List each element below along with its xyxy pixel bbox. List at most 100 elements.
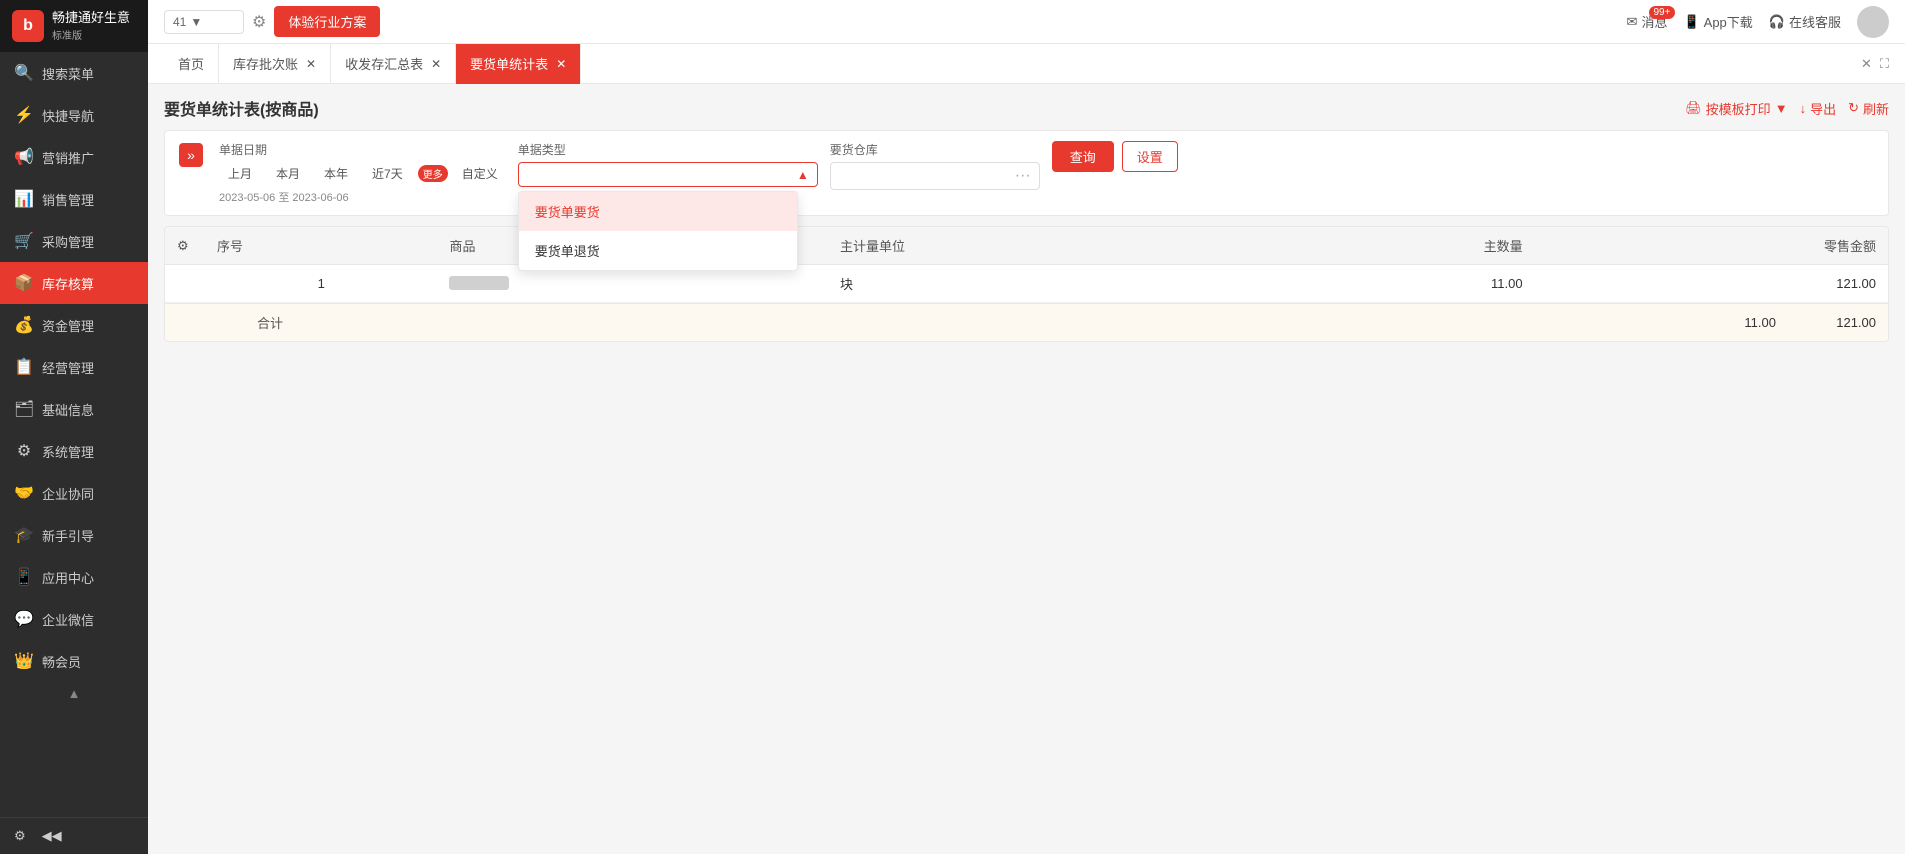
filter-type-select-box[interactable]: ▲ bbox=[518, 162, 818, 187]
sidebar-label-basic: 基础信息 bbox=[42, 400, 94, 419]
table-row: 1 块 11.00 121.00 bbox=[165, 265, 1888, 303]
sidebar: b 畅捷通好生意 标准版 🔍 搜索菜单 ⚡快捷导航 📢 营销推广 📊销售管理 🛒 采购管理 📦库… bbox=[0, 0, 148, 854]
filter-type-input[interactable] bbox=[527, 167, 797, 182]
sidebar-icon-enterprise: 🤝 bbox=[14, 483, 34, 503]
sidebar-item-wechat[interactable]: 💬企业微信 bbox=[0, 598, 148, 640]
th-settings[interactable]: ⚙ bbox=[165, 227, 205, 265]
sidebar-label-app-center: 应用中心 bbox=[42, 568, 94, 587]
date-more-badge[interactable]: 更多 bbox=[418, 165, 448, 182]
sidebar-collapse-icon[interactable]: ◀◀ bbox=[42, 828, 62, 844]
tab-inventory-batch-label: 库存批次账 bbox=[233, 54, 298, 73]
date-option-last-month[interactable]: 上月 bbox=[219, 162, 261, 185]
tab-home-label: 首页 bbox=[178, 54, 204, 73]
sidebar-item-search[interactable]: 🔍 搜索菜单 bbox=[0, 52, 148, 94]
filter-toggle-button[interactable]: » bbox=[179, 143, 203, 167]
data-table-wrap: ⚙ 序号 商品 主计量单位 主数量 零售金额 1 块 11.00 121.00 bbox=[164, 226, 1889, 342]
app-download-label: App下载 bbox=[1704, 12, 1753, 31]
sidebar-item-inventory[interactable]: 📦库存核算 bbox=[0, 262, 148, 304]
data-table: ⚙ 序号 商品 主计量单位 主数量 零售金额 1 块 11.00 121.00 bbox=[165, 227, 1888, 303]
cell-amount-0: 121.00 bbox=[1535, 265, 1888, 303]
date-option-7days[interactable]: 近7天 bbox=[363, 162, 412, 185]
filter-type-arrow-icon[interactable]: ▲ bbox=[797, 168, 809, 182]
sidebar-item-operations[interactable]: 📋经营管理 bbox=[0, 346, 148, 388]
table-body: 1 块 11.00 121.00 bbox=[165, 265, 1888, 303]
sidebar-item-purchase[interactable]: 🛒 采购管理 bbox=[0, 220, 148, 262]
tabs-controls: ✕ ⛶ bbox=[1861, 56, 1889, 72]
print-action[interactable]: 🖨 按模板打印 ▼ bbox=[1685, 99, 1787, 118]
app-download-link[interactable]: 📱 App下载 bbox=[1683, 12, 1752, 31]
date-option-this-month[interactable]: 本月 bbox=[267, 162, 309, 185]
print-icon: 🖨 bbox=[1685, 100, 1702, 116]
query-button[interactable]: 查询 bbox=[1052, 141, 1114, 172]
sidebar-item-app-center[interactable]: 📱应用中心 bbox=[0, 556, 148, 598]
sidebar-item-basic[interactable]: 🗂 基础信息 bbox=[0, 388, 148, 430]
tab-receive-summary-close[interactable]: ✕ bbox=[431, 57, 441, 71]
sidebar-item-enterprise[interactable]: 🤝 企业协同 bbox=[0, 472, 148, 514]
dropdown-item-1[interactable]: 要货单退货 bbox=[519, 231, 797, 270]
content-area: 要货单统计表(按商品) 🖨 按模板打印 ▼ ↓ 导出 ↻ 刷新 » bbox=[148, 84, 1905, 854]
filter-warehouse-box[interactable]: ··· bbox=[830, 162, 1040, 190]
tab-expand-icon[interactable]: ⛶ bbox=[1880, 56, 1889, 72]
logo-sub: 标准版 bbox=[52, 27, 130, 42]
company-select-arrow[interactable]: ▼ bbox=[190, 15, 202, 29]
sidebar-label-search: 搜索菜单 bbox=[42, 64, 94, 83]
sidebar-label-enterprise: 企业协同 bbox=[42, 484, 94, 503]
cell-unit-0: 块 bbox=[828, 265, 1242, 303]
filter-row: 单据日期 上月 本月 本年 近7天 更多 自定义 2023-05-06 至 20… bbox=[219, 141, 1874, 205]
sidebar-label-finance: 资金管理 bbox=[42, 316, 94, 335]
filter-date-options: 上月 本月 本年 近7天 更多 自定义 bbox=[219, 162, 506, 185]
sidebar-item-system[interactable]: ⚙系统管理 bbox=[0, 430, 148, 472]
filter-type-dropdown: 要货单要货 要货单退货 bbox=[518, 191, 798, 271]
logo-title: 畅捷通好生意 bbox=[52, 10, 130, 27]
logo-icon: b bbox=[12, 10, 44, 42]
filter-warehouse-input[interactable] bbox=[839, 169, 1015, 184]
tab-requisition-stats[interactable]: 要货单统计表 ✕ bbox=[456, 44, 581, 84]
filter-warehouse-dots-icon[interactable]: ··· bbox=[1015, 167, 1031, 185]
sidebar-item-guide[interactable]: 🎓新手引导 bbox=[0, 514, 148, 556]
topbar: 41 ▼ ⚙ 体验行业方案 ✉ 消息 99+ 📱 App下载 🎧 在线客服 bbox=[148, 0, 1905, 44]
filter-bar: » 单据日期 上月 本月 本年 近7天 更多 自定义 2023-05-06 至 … bbox=[164, 130, 1889, 216]
sidebar-scroll-up[interactable]: ▲ bbox=[0, 682, 148, 705]
table-head: ⚙ 序号 商品 主计量单位 主数量 零售金额 bbox=[165, 227, 1888, 265]
th-unit: 主计量单位 bbox=[828, 227, 1242, 265]
sidebar-icon-basic: 🗂 bbox=[14, 399, 34, 419]
sidebar-label-marketing: 营销推广 bbox=[42, 148, 94, 167]
sidebar-icon-marketing: 📢 bbox=[14, 147, 34, 167]
company-select[interactable]: 41 ▼ bbox=[164, 10, 244, 34]
sidebar-icon-guide: 🎓 bbox=[14, 525, 34, 545]
messages-badge[interactable]: ✉ 消息 99+ bbox=[1627, 12, 1668, 31]
date-option-custom[interactable]: 自定义 bbox=[454, 163, 506, 184]
tab-inventory-batch[interactable]: 库存批次账 ✕ bbox=[219, 44, 331, 84]
export-action[interactable]: ↓ 导出 bbox=[1800, 99, 1837, 118]
tab-requisition-stats-close[interactable]: ✕ bbox=[556, 57, 566, 71]
sidebar-icon-purchase: 🛒 bbox=[14, 231, 34, 251]
sidebar-settings-icon[interactable]: ⚙ bbox=[14, 828, 26, 844]
sidebar-label-purchase: 采购管理 bbox=[42, 232, 94, 251]
refresh-action[interactable]: ↻ 刷新 bbox=[1848, 99, 1889, 118]
table-footer: 合计 11.00 121.00 bbox=[165, 303, 1888, 341]
tab-home[interactable]: 首页 bbox=[164, 44, 219, 84]
dropdown-item-0[interactable]: 要货单要货 bbox=[519, 192, 797, 231]
topbar-gear-icon[interactable]: ⚙ bbox=[252, 12, 266, 32]
topbar-right: ✉ 消息 99+ 📱 App下载 🎧 在线客服 bbox=[1627, 6, 1889, 38]
filter-type-label: 单据类型 bbox=[518, 141, 818, 158]
avatar[interactable] bbox=[1857, 6, 1889, 38]
sidebar-icon-search: 🔍 bbox=[14, 63, 34, 83]
settings-button[interactable]: 设置 bbox=[1122, 141, 1178, 172]
sidebar-label-members: 畅会员 bbox=[42, 652, 81, 671]
trial-button[interactable]: 体验行业方案 bbox=[274, 6, 380, 37]
sidebar-item-sales[interactable]: 📊销售管理 bbox=[0, 178, 148, 220]
logo-text-block: 畅捷通好生意 标准版 bbox=[52, 10, 130, 42]
tab-close-all-icon[interactable]: ✕ bbox=[1861, 56, 1872, 72]
print-label: 按模板打印 bbox=[1706, 99, 1771, 118]
tab-inventory-batch-close[interactable]: ✕ bbox=[306, 57, 316, 71]
sidebar-item-finance[interactable]: 💰资金管理 bbox=[0, 304, 148, 346]
service-icon: 🎧 bbox=[1769, 14, 1785, 30]
sidebar-item-quick-nav[interactable]: ⚡快捷导航 bbox=[0, 94, 148, 136]
sidebar-item-members[interactable]: 👑畅会员 bbox=[0, 640, 148, 682]
online-service-link[interactable]: 🎧 在线客服 bbox=[1769, 12, 1841, 31]
date-option-this-year[interactable]: 本年 bbox=[315, 162, 357, 185]
tab-receive-summary[interactable]: 收发存汇总表 ✕ bbox=[331, 44, 456, 84]
sidebar-item-marketing[interactable]: 📢 营销推广 bbox=[0, 136, 148, 178]
sidebar-label-quick-nav: 快捷导航 bbox=[42, 106, 94, 125]
